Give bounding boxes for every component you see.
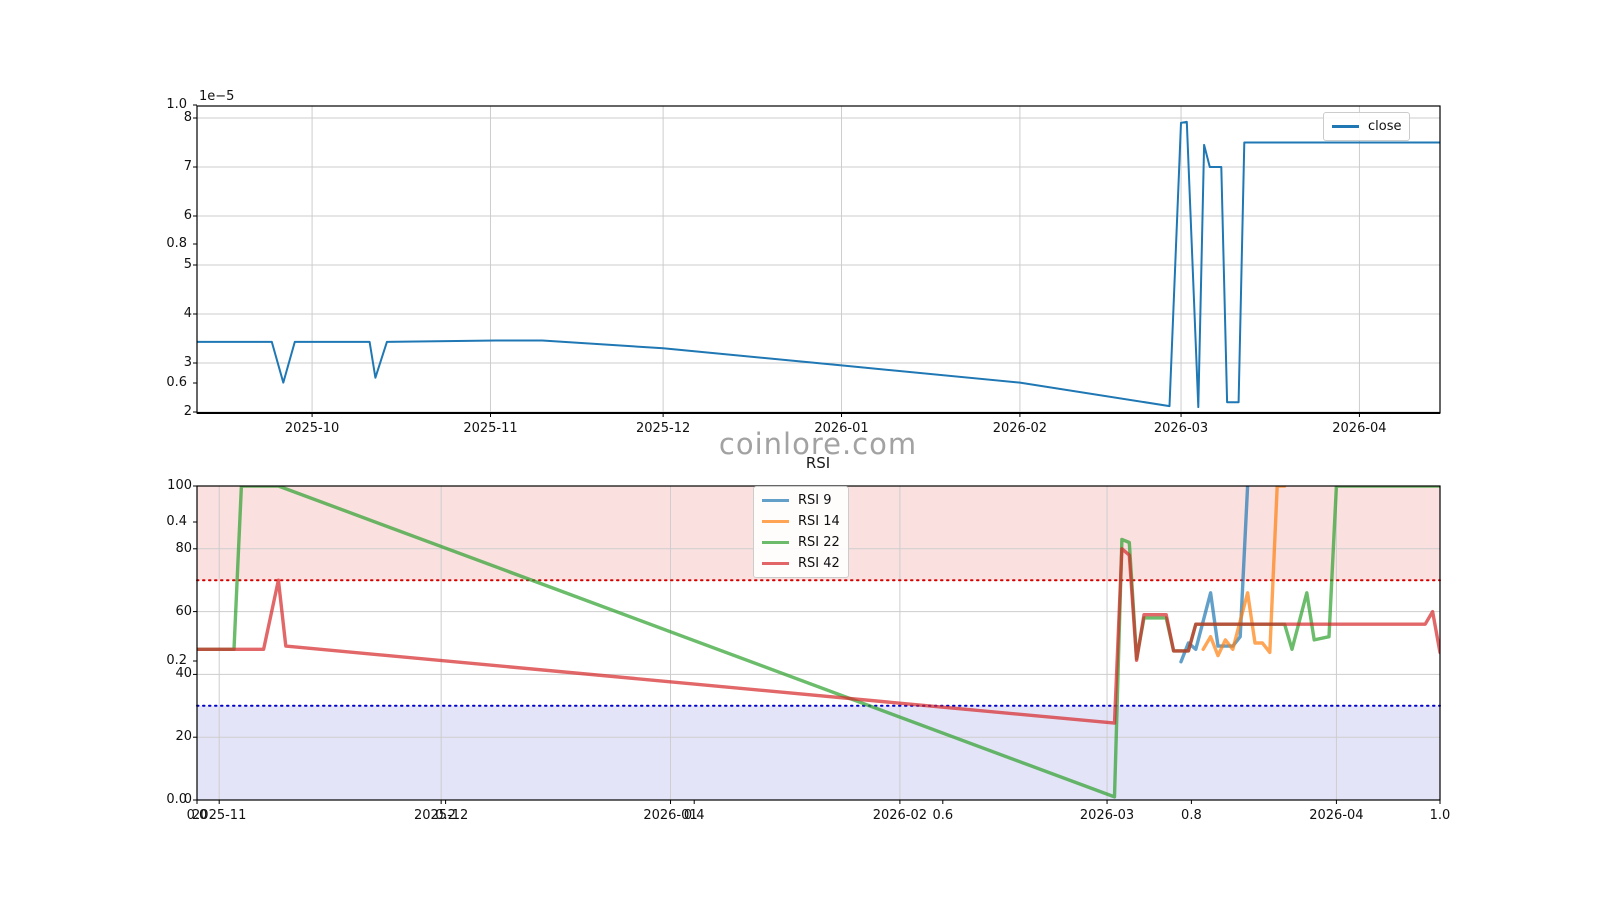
price-y-tick-label: 4 [183,306,192,321]
legend-row: close [1332,116,1401,137]
rsi-y-tick-label: 40 [175,666,192,682]
price-y-offset-label: 1e−5 [199,89,235,104]
legend-line-swatch [762,562,789,565]
rsi-chart-title: RSI [805,454,831,472]
legend-row: RSI 42 [762,553,840,574]
overlay-y-tick-label: 0.2 [166,653,187,668]
legend-label: close [1368,119,1402,134]
legend-line-swatch [762,520,789,523]
price-x-tick-label: 2026-03 [1153,421,1209,436]
price-x-tick-label: 2025-11 [463,421,518,436]
price-x-tick-label: 2026-02 [992,421,1048,436]
figure: 2025-10 2025-11 2025-12 2026-01 2026-02 2026-… [0,0,1600,900]
rsi-y-tick-label: 20 [175,729,192,745]
price-y-tick-label: 3 [183,355,192,370]
legend-row: RSI 22 [762,532,840,553]
overlay-y-tick-label: 0.6 [166,375,187,390]
overlay-y-tick-label: 0.4 [166,514,187,529]
overlay-x-tick-label: 0.6 [932,808,954,823]
price-y-tick-label: 5 [183,257,192,272]
rsi-y-tick-label: 80 [175,540,192,556]
legend-row: RSI 9 [762,490,840,511]
overlay-y-tick-label: 0.0 [166,792,187,807]
legend-label: RSI 42 [798,556,840,571]
rsi-y-tick-label: 100 [167,478,192,493]
legend-label: RSI 14 [798,514,840,529]
rsi-x-tick-label: 2026-02 [872,808,928,823]
overlay-x-tick-label: 1.0 [1429,808,1451,823]
rsi-band [197,705,1440,800]
price-y-tick-label: 6 [183,208,192,223]
overlay-y-tick-label: 1.0 [166,97,187,112]
price-y-tick-label: 2 [183,404,192,419]
legend-line-swatch [762,499,789,502]
overlay-x-tick-label: 0.8 [1181,808,1202,823]
rsi-x-tick-label: 2026-03 [1079,808,1135,823]
price-y-tick-label: 8 [183,110,192,125]
overlay-y-tick-label: 0.8 [166,236,187,251]
overlay-x-tick-label: 0.4 [683,808,705,823]
rsi-legend: RSI 9 RSI 14 RSI 22 RSI 42 [753,486,849,578]
overlay-x-tick-label: 0.2 [435,808,456,823]
price-plot-frame [196,105,1441,414]
rsi-y-tick-label: 60 [175,603,192,619]
rsi-x-tick-label: 2026-04 [1309,808,1364,823]
legend-row: RSI 14 [762,511,840,532]
legend-label: RSI 22 [798,535,840,550]
price-x-tick-label: 2026-04 [1332,421,1387,436]
price-y-tick-label: 7 [183,159,192,174]
price-x-tick-label: 2025-10 [284,421,340,436]
overlay-x-tick-label: 0.0 [186,808,208,823]
legend-label: RSI 9 [798,493,832,508]
legend-line-swatch [1332,125,1359,128]
legend-line-swatch [762,541,789,544]
price-x-tick-label: 2025-12 [635,421,691,436]
price-legend: close [1323,112,1411,141]
